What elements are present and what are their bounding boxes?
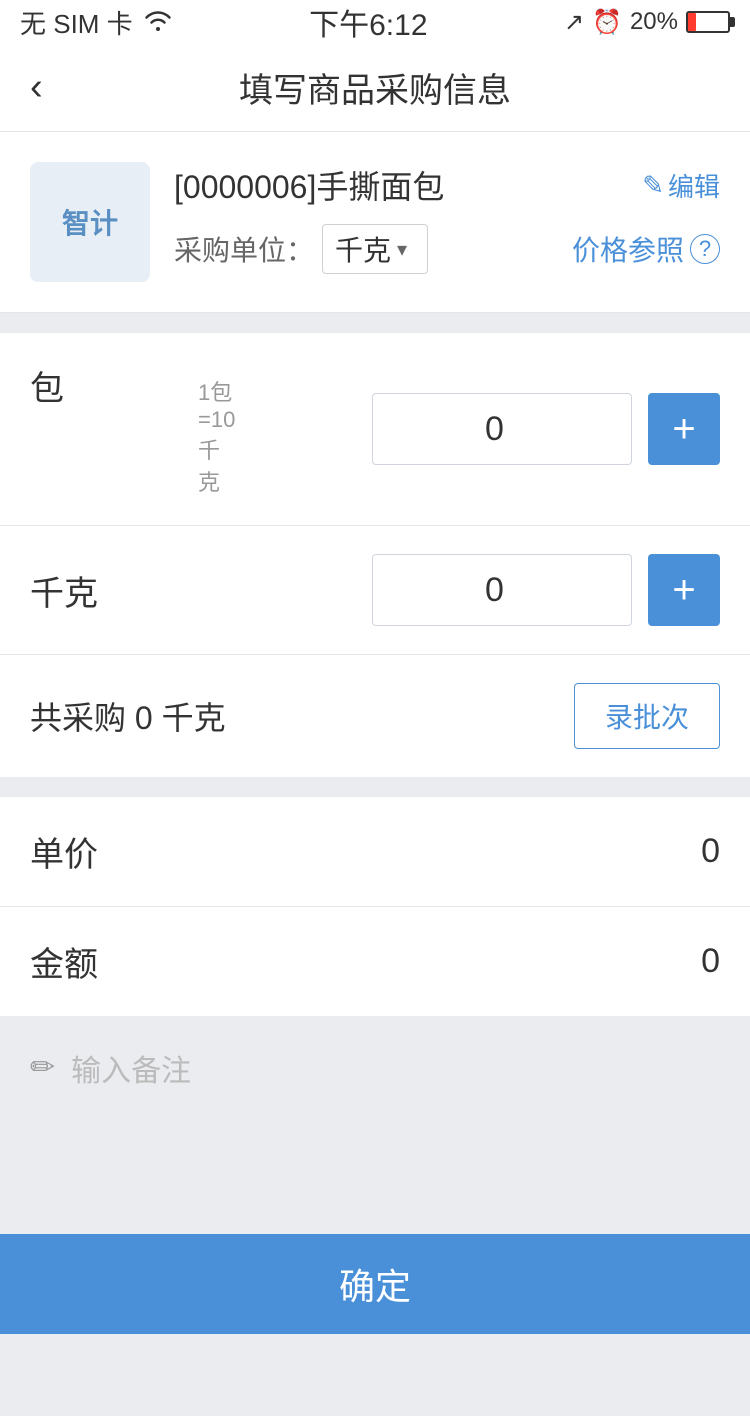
wifi-icon [143,7,173,38]
notes-section[interactable]: ✏ 输入备注 [0,1016,750,1416]
status-time: 下午6:12 [309,0,427,44]
amount-value: 0 [701,942,720,981]
unit-price-row: 单价 0 [0,797,750,907]
kg-plus-button[interactable]: + [648,554,720,626]
total-label: 共采购 [30,700,135,736]
kg-input[interactable] [372,554,632,626]
price-section: 单价 0 金额 0 [0,797,750,1016]
purchase-unit-row: 采购单位： 千克 ▾ 价格参照 ? [174,224,720,274]
kg-input-row: 千克 + [0,526,750,655]
confirm-button[interactable]: 确定 [0,1234,750,1334]
product-thumb-text: 智计 [62,202,118,242]
bag-input[interactable] [372,393,632,465]
price-ref-label: 价格参照 [572,229,684,269]
status-left: 无 SIM 卡 [20,4,173,41]
battery-icon [686,11,730,33]
kg-input-wrapper: + [190,554,720,626]
nav-bar: ‹ 填写商品采购信息 [0,44,750,132]
product-name-row: [0000006]手撕面包 ✎ 编辑 [174,162,720,208]
total-value: 0 [135,700,162,736]
kg-label-group: 千克 [30,566,190,615]
help-icon: ? [690,234,720,264]
edit-icon: ✎ [642,170,664,201]
product-info: [0000006]手撕面包 ✎ 编辑 采购单位： 千克 ▾ 价格参照 ? [174,162,720,274]
amount-row: 金额 0 [0,907,750,1016]
edit-label: 编辑 [668,167,720,204]
amount-label: 金额 [30,937,98,986]
battery-percent: 20% [630,8,678,36]
bag-label: 包 [30,361,190,410]
status-right: ↗ ⏰ 20% [564,8,730,37]
kg-label: 千克 [30,566,190,615]
alarm-icon: ⏰ [592,8,622,37]
pencil-icon: ✏ [30,1050,55,1085]
notes-placeholder: 输入备注 [71,1046,191,1090]
unit-price-label: 单价 [30,827,98,876]
unit-price-value: 0 [701,832,720,871]
total-text: 共采购 0 千克 [30,693,226,739]
unit-select[interactable]: 千克 ▾ [322,224,428,274]
status-bar: 无 SIM 卡 下午6:12 ↗ ⏰ 20% [0,0,750,44]
unit-value: 千克 [335,229,391,269]
bag-input-row: 包 1包=10千克 + [0,333,750,526]
product-card: 智计 [0000006]手撕面包 ✎ 编辑 采购单位： 千克 ▾ 价格参照 ? [0,132,750,313]
price-reference-button[interactable]: 价格参照 ? [572,229,720,269]
location-icon: ↗ [564,8,584,37]
total-row: 共采购 0 千克 录批次 [0,655,750,777]
total-unit: 千克 [162,700,226,736]
carrier-label: 无 SIM 卡 [20,4,133,41]
section-divider-1 [0,313,750,333]
section-divider-2 [0,777,750,797]
product-name: [0000006]手撕面包 [174,162,444,208]
input-section: 包 1包=10千克 + 千克 + [0,333,750,655]
unit-label: 采购单位： [174,229,314,269]
bag-input-wrapper: + [190,393,720,465]
product-thumbnail: 智计 [30,162,150,282]
edit-button[interactable]: ✎ 编辑 [642,167,720,204]
back-button[interactable]: ‹ [30,66,43,109]
page-title: 填写商品采购信息 [239,63,511,112]
bag-plus-button[interactable]: + [648,393,720,465]
dropdown-icon: ▾ [397,237,407,262]
bag-label-group: 包 1包=10千克 [30,361,190,497]
batch-button[interactable]: 录批次 [574,683,720,749]
